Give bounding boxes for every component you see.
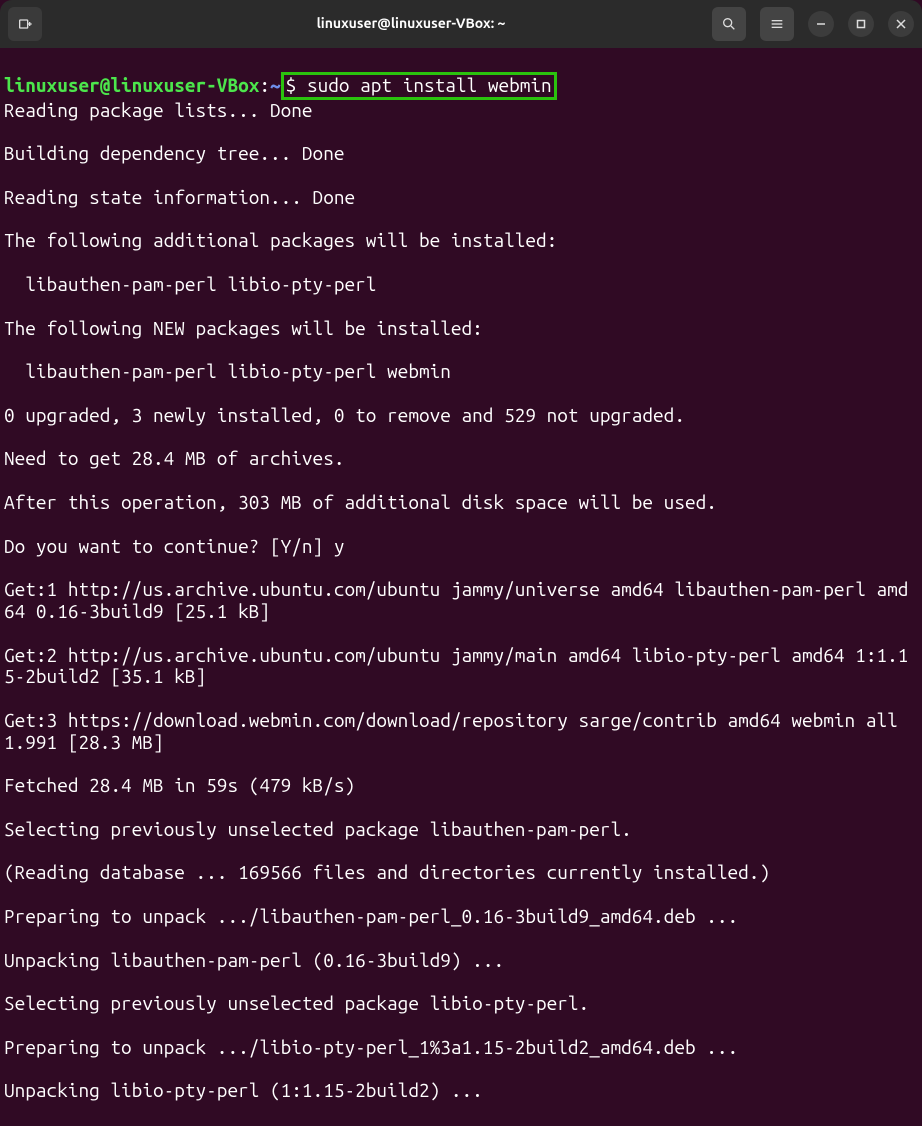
output-line: Building dependency tree... Done — [4, 143, 918, 165]
output-line: Selecting previously unselected package … — [4, 993, 918, 1015]
prompt-colon: : — [259, 74, 270, 96]
output-line: Unpacking libio-pty-perl (1:1.15-2build2… — [4, 1080, 918, 1102]
new-tab-button[interactable] — [8, 7, 42, 41]
window-title: linuxuser@linuxuser-VBox: ~ — [128, 13, 694, 35]
output-line: Preparing to unpack .../libio-pty-perl_1… — [4, 1037, 918, 1059]
hamburger-menu-button[interactable] — [760, 7, 794, 41]
titlebar-left — [8, 7, 128, 41]
window-titlebar: linuxuser@linuxuser-VBox: ~ — [0, 0, 922, 48]
close-button[interactable] — [888, 11, 914, 37]
output-line: Fetched 28.4 MB in 59s (479 kB/s) — [4, 775, 918, 797]
output-line: The following additional packages will b… — [4, 230, 918, 252]
output-line: The following NEW packages will be insta… — [4, 318, 918, 340]
command-highlight: $ sudo apt install webmin — [281, 72, 557, 100]
titlebar-right — [694, 7, 914, 41]
prompt-path: ~ — [270, 74, 281, 96]
output-line: (Reading database ... 169566 files and d… — [4, 862, 918, 884]
output-line: 0 upgraded, 3 newly installed, 0 to remo… — [4, 405, 918, 427]
output-line: Do you want to continue? [Y/n] y — [4, 536, 918, 558]
output-line: Get:2 http://us.archive.ubuntu.com/ubunt… — [4, 645, 918, 689]
output-line: Selecting previously unselected package … — [4, 819, 918, 841]
output-line: Need to get 28.4 MB of archives. — [4, 448, 918, 470]
command-text: sudo apt install webmin — [307, 74, 552, 96]
output-line: libauthen-pam-perl libio-pty-perl — [4, 274, 918, 296]
prompt-dollar: $ — [286, 74, 307, 96]
output-line: Preparing to unpack .../libauthen-pam-pe… — [4, 906, 918, 928]
output-line: Reading state information... Done — [4, 187, 918, 209]
minimize-button[interactable] — [808, 11, 834, 37]
maximize-button[interactable] — [848, 11, 874, 37]
prompt-user-host: linuxuser@linuxuser-VBox — [4, 74, 259, 96]
output-line: Get:1 http://us.archive.ubuntu.com/ubunt… — [4, 579, 918, 623]
output-line: Reading package lists... Done — [4, 100, 918, 122]
search-button[interactable] — [712, 7, 746, 41]
output-line: After this operation, 303 MB of addition… — [4, 492, 918, 514]
terminal-area[interactable]: linuxuser@linuxuser-VBox:~$ sudo apt ins… — [0, 48, 922, 1126]
output-line: Get:3 https://download.webmin.com/downlo… — [4, 710, 918, 754]
output-line: Unpacking libauthen-pam-perl (0.16-3buil… — [4, 950, 918, 972]
output-line: libauthen-pam-perl libio-pty-perl webmin — [4, 361, 918, 383]
